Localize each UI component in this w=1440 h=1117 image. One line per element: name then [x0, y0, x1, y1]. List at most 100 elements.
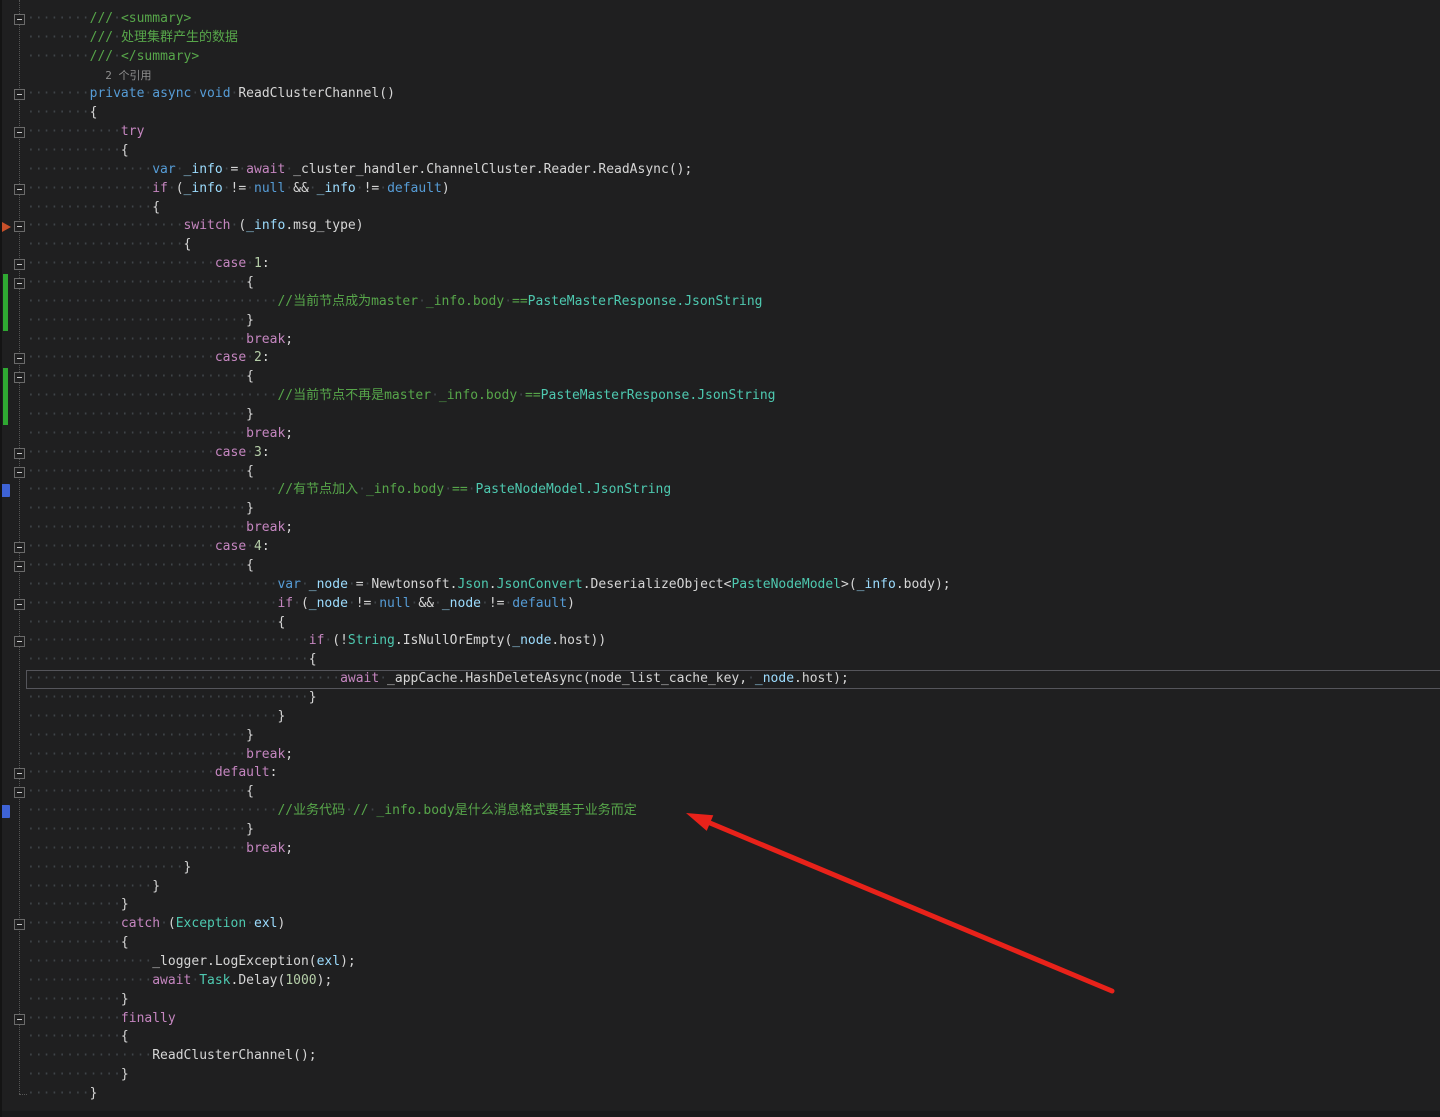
code-text: ················{: [27, 199, 1440, 218]
code-line[interactable]: ········private·async·void·ReadClusterCh…: [0, 85, 1440, 104]
codelens-line[interactable]: 2 个引用: [0, 67, 1440, 86]
code-line[interactable]: ················ReadClusterChannel();: [0, 1047, 1440, 1066]
fold-collapse-button[interactable]: [14, 127, 25, 138]
code-line[interactable]: ············{: [0, 1028, 1440, 1047]
code-line[interactable]: ····························}: [0, 727, 1440, 746]
code-line[interactable]: ································//当前节点不再…: [0, 387, 1440, 406]
horizontal-scrollbar[interactable]: [0, 1111, 1440, 1117]
code-line[interactable]: ············catch·(Exception·exl): [0, 915, 1440, 934]
code-line[interactable]: ························default:: [0, 764, 1440, 783]
fold-collapse-button[interactable]: [14, 372, 25, 383]
fold-collapse-button[interactable]: [14, 278, 25, 289]
code-token: 1: [254, 256, 262, 271]
code-line[interactable]: ································//当前节点成为…: [0, 293, 1440, 312]
fold-margin: [13, 915, 27, 934]
code-token: var: [277, 577, 300, 592]
code-line[interactable]: ····························}: [0, 406, 1440, 425]
code-line[interactable]: ············{: [0, 934, 1440, 953]
code-line[interactable]: ····································}: [0, 689, 1440, 708]
fold-collapse-button[interactable]: [14, 919, 25, 930]
code-line[interactable]: ················if·(_info·!=·null·&&·_in…: [0, 180, 1440, 199]
code-line[interactable]: ············finally: [0, 1010, 1440, 1029]
code-text: ············{: [27, 142, 1440, 161]
fold-collapse-button[interactable]: [14, 221, 25, 232]
code-line[interactable]: ····················switch·(_info.msg_ty…: [0, 217, 1440, 236]
fold-collapse-button[interactable]: [14, 768, 25, 779]
code-line[interactable]: ············try: [0, 123, 1440, 142]
code-token: try: [121, 124, 144, 139]
fold-collapse-button[interactable]: [14, 89, 25, 100]
code-line[interactable]: ················var·_info·=·await·_clust…: [0, 161, 1440, 180]
code-line[interactable]: ········///·<summary>: [0, 10, 1440, 29]
code-line[interactable]: ····························break;: [0, 519, 1440, 538]
code-line[interactable]: ················_logger.LogException(exl…: [0, 953, 1440, 972]
code-line[interactable]: ····································if·(…: [0, 632, 1440, 651]
fold-collapse-button[interactable]: [14, 636, 25, 647]
code-line[interactable]: ························case·2:: [0, 349, 1440, 368]
code-line[interactable]: ················}: [0, 878, 1440, 897]
code-text: ····························break;: [27, 840, 1440, 859]
code-text: ································{: [27, 614, 1440, 633]
code-token: {: [246, 369, 254, 384]
code-line[interactable]: ································//业务代码·/…: [0, 802, 1440, 821]
fold-collapse-button[interactable]: [14, 353, 25, 364]
code-token: switch: [184, 218, 231, 233]
code-line[interactable]: ········}: [0, 1085, 1440, 1104]
fold-collapse-button[interactable]: [14, 542, 25, 553]
fold-collapse-button[interactable]: [14, 599, 25, 610]
code-line[interactable]: ····························break;: [0, 746, 1440, 765]
fold-margin: [13, 859, 27, 878]
code-line[interactable]: ····························{: [0, 463, 1440, 482]
fold-collapse-button[interactable]: [14, 14, 25, 25]
indent-whitespace: ················: [27, 879, 152, 894]
fold-collapse-button[interactable]: [14, 259, 25, 270]
code-line[interactable]: ············}: [0, 896, 1440, 915]
code-line[interactable]: ····················{: [0, 236, 1440, 255]
code-text: ····························break;: [27, 519, 1440, 538]
code-line[interactable]: ········///·处理集群产生的数据: [0, 29, 1440, 48]
code-line[interactable]: ················await·Task.Delay(1000);: [0, 972, 1440, 991]
fold-collapse-button[interactable]: [14, 561, 25, 572]
code-line[interactable]: ································var·_nod…: [0, 576, 1440, 595]
code-line[interactable]: ····························break;: [0, 331, 1440, 350]
code-line[interactable]: ········///·</summary>: [0, 48, 1440, 67]
code-line[interactable]: ············}: [0, 1066, 1440, 1085]
code-line[interactable]: ············{: [0, 142, 1440, 161]
code-line[interactable]: ····························{: [0, 557, 1440, 576]
fold-collapse-button[interactable]: [14, 467, 25, 478]
code-text: ············try: [27, 123, 1440, 142]
code-line[interactable]: ································if·(_nod…: [0, 595, 1440, 614]
fold-collapse-button[interactable]: [14, 1014, 25, 1025]
code-line[interactable]: ····························{: [0, 783, 1440, 802]
code-line[interactable]: ····························{: [0, 368, 1440, 387]
code-line[interactable]: ········{: [0, 104, 1440, 123]
code-token: ·: [223, 162, 231, 177]
code-text: ····································if·(…: [27, 632, 1440, 651]
code-line[interactable]: ························case·1:: [0, 255, 1440, 274]
fold-collapse-button[interactable]: [14, 448, 25, 459]
fold-collapse-button[interactable]: [14, 184, 25, 195]
code-line[interactable]: ················{: [0, 199, 1440, 218]
code-line[interactable]: ····························break;: [0, 425, 1440, 444]
code-token: !=: [489, 596, 505, 611]
code-line[interactable]: ····························}: [0, 500, 1440, 519]
code-text: ················}: [27, 878, 1440, 897]
code-line[interactable]: ································}: [0, 708, 1440, 727]
indent-whitespace: ························: [27, 350, 215, 365]
code-line[interactable]: ····························{: [0, 274, 1440, 293]
fold-margin: [13, 312, 27, 331]
code-line[interactable]: ····························}: [0, 312, 1440, 331]
indent-whitespace: ············: [27, 1029, 121, 1044]
code-line[interactable]: ························case·4:: [0, 538, 1440, 557]
code-line[interactable]: ························case·3:: [0, 444, 1440, 463]
code-line[interactable]: ····························}: [0, 821, 1440, 840]
code-line[interactable]: ································//有节点加入·…: [0, 481, 1440, 500]
code-line[interactable]: ····················}: [0, 859, 1440, 878]
code-line[interactable]: ····························break;: [0, 840, 1440, 859]
code-token: }: [121, 897, 129, 912]
fold-collapse-button[interactable]: [14, 787, 25, 798]
code-line[interactable]: ····································{: [0, 651, 1440, 670]
code-line[interactable]: ········································…: [0, 670, 1440, 689]
code-line[interactable]: ································{: [0, 614, 1440, 633]
code-line[interactable]: ············}: [0, 991, 1440, 1010]
